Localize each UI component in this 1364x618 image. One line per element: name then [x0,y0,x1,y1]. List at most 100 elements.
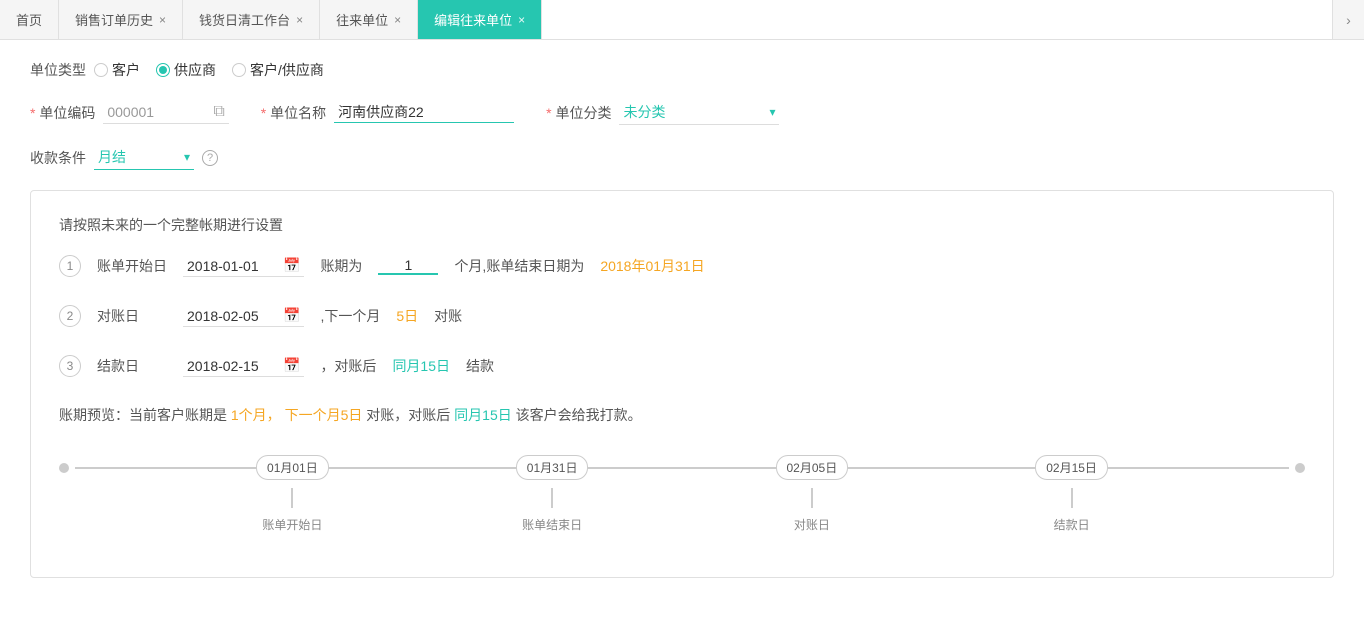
timeline-end-dot [1295,463,1305,473]
step-3-label: 结款日 [97,356,167,376]
step-1-row: 1 账单开始日 📅 账期为 个月,账单结束日期为 2018年01月31日 [59,255,1305,277]
preview-text-row: 账期预览：当前客户账期是 1个月， 下一个月5日 对账，对账后 同月15日 该客… [59,405,1305,425]
tab-cash-flow-close[interactable]: × [296,13,303,27]
radio-customer-circle [94,63,108,77]
step-1-period-unit: 个月,账单结束日期为 [454,256,584,276]
radio-customer-label: 客户 [112,60,140,80]
timeline-connector-3 [1071,488,1073,508]
timeline-item-3: 02月15日 结款日 [1035,455,1108,533]
timeline-connector-2 [811,488,813,508]
timeline: 01月01日 账单开始日 01月31日 账单结束日 02月05日 对账日 02月… [59,445,1305,553]
timeline-start-dot [59,463,69,473]
unit-category-select[interactable]: 未分类 ▾ [619,100,779,125]
step-2-highlight: 5日 [396,306,418,326]
tab-home[interactable]: 首页 [0,0,59,39]
tab-sales-history-close[interactable]: × [159,13,166,27]
payment-field: 收款条件 月结 ▾ ? [30,145,218,170]
payment-dropdown-arrow-icon: ▾ [184,150,190,164]
timeline-left-end [59,455,69,473]
step-2-suffix-1: ,下一个月 [320,306,380,326]
timeline-date-1: 01月31日 [516,455,589,480]
timeline-right-end [1295,455,1305,473]
payment-row: 收款条件 月结 ▾ ? [30,145,1334,170]
chevron-right-icon: › [1346,12,1351,28]
step-2-number: 2 [59,305,81,327]
tab-cash-flow[interactable]: 钱货日清工作台 × [183,0,320,39]
radio-both-label: 客户/供应商 [250,60,324,80]
preview-label: 账期预览：当前客户账期是 [59,407,227,423]
step-3-calendar-icon[interactable]: 📅 [283,357,300,374]
step-1-date-input[interactable] [187,258,277,274]
unit-info-row: 单位编码 ⧉ 单位名称 单位分类 未分类 ▾ [30,100,1334,125]
tab-collapse-button[interactable]: › [1332,0,1364,39]
step-1-end-date: 2018年01月31日 [600,256,704,276]
tab-contacts-close[interactable]: × [394,13,401,27]
card-hint: 请按照未来的一个完整帐期进行设置 [59,215,1305,235]
step-1-period-input[interactable] [378,257,438,275]
step-3-row: 3 结款日 📅 ，对账后 同月15日 结款 [59,355,1305,377]
timeline-label-2: 对账日 [794,516,830,533]
timeline-label-0: 账单开始日 [262,516,322,533]
step-2-suffix-2: 对账 [434,306,462,326]
tab-contacts[interactable]: 往来单位 × [320,0,418,39]
main-content: 单位类型 客户 供应商 客户/供应商 单位编码 [0,40,1364,618]
tab-home-label: 首页 [16,10,42,29]
tab-edit-contact[interactable]: 编辑往来单位 × [418,0,542,39]
unit-category-label: 单位分类 [546,103,611,123]
timeline-connector-1 [551,488,553,508]
preview-reconcile-text: 对账，对账后 [366,407,454,423]
timeline-connector-0 [291,488,293,508]
step-2-date-wrapper: 📅 [183,305,304,327]
unit-type-label: 单位类型 [30,60,86,80]
preview-period: 1个月， [231,407,281,423]
tab-edit-contact-label: 编辑往来单位 [434,10,512,29]
preview-end-text: 该客户会给我打款。 [516,407,642,423]
tab-cash-flow-label: 钱货日清工作台 [199,10,290,29]
radio-supplier[interactable]: 供应商 [156,60,216,80]
unit-name-label: 单位名称 [261,103,326,123]
unit-name-input[interactable] [334,102,514,123]
dropdown-arrow-icon: ▾ [769,105,775,119]
radio-both[interactable]: 客户/供应商 [232,60,324,80]
payment-label: 收款条件 [30,148,86,168]
radio-both-circle [232,63,246,77]
payment-select[interactable]: 月结 ▾ [94,145,194,170]
timeline-items: 01月01日 账单开始日 01月31日 账单结束日 02月05日 对账日 02月… [59,455,1305,533]
unit-type-field: 单位类型 客户 供应商 客户/供应商 [30,60,324,80]
timeline-label-1: 账单结束日 [522,516,582,533]
tab-sales-history-label: 销售订单历史 [75,10,153,29]
unit-code-input[interactable] [107,104,207,120]
step-1-label: 账单开始日 [97,256,167,276]
step-1-calendar-icon[interactable]: 📅 [283,257,300,274]
step-1-number: 1 [59,255,81,277]
timeline-item-2: 02月05日 对账日 [776,455,849,533]
step-2-row: 2 对账日 📅 ,下一个月 5日 对账 [59,305,1305,327]
timeline-date-0: 01月01日 [256,455,329,480]
billing-card: 请按照未来的一个完整帐期进行设置 1 账单开始日 📅 账期为 个月,账单结束日期… [30,190,1334,578]
tab-sales-history[interactable]: 销售订单历史 × [59,0,183,39]
timeline-date-3: 02月15日 [1035,455,1108,480]
step-3-date-wrapper: 📅 [183,355,304,377]
radio-customer[interactable]: 客户 [94,60,140,80]
tab-edit-contact-close[interactable]: × [518,13,525,27]
help-icon[interactable]: ? [202,150,218,166]
step-3-highlight: 同月15日 [392,356,450,376]
step-2-date-input[interactable] [187,308,277,324]
step-1-date-wrapper: 📅 [183,255,304,277]
step-1-period-label: 账期为 [320,256,362,276]
unit-code-field: 单位编码 ⧉ [30,101,229,124]
unit-category-field: 单位分类 未分类 ▾ [546,100,779,125]
step-2-calendar-icon[interactable]: 📅 [283,307,300,324]
step-3-suffix-2: 结款 [466,356,494,376]
preview-payment-date: 同月15日 [454,407,512,423]
tab-contacts-label: 往来单位 [336,10,388,29]
unit-code-input-wrapper: ⧉ [103,101,228,124]
copy-icon[interactable]: ⧉ [213,103,224,121]
radio-supplier-label: 供应商 [174,60,216,80]
step-3-date-input[interactable] [187,358,277,374]
radio-supplier-circle [156,63,170,77]
unit-name-field: 单位名称 [261,102,514,123]
timeline-label-3: 结款日 [1054,516,1090,533]
step-3-suffix-1: ，对账后 [320,356,376,376]
payment-value: 月结 [98,147,184,167]
